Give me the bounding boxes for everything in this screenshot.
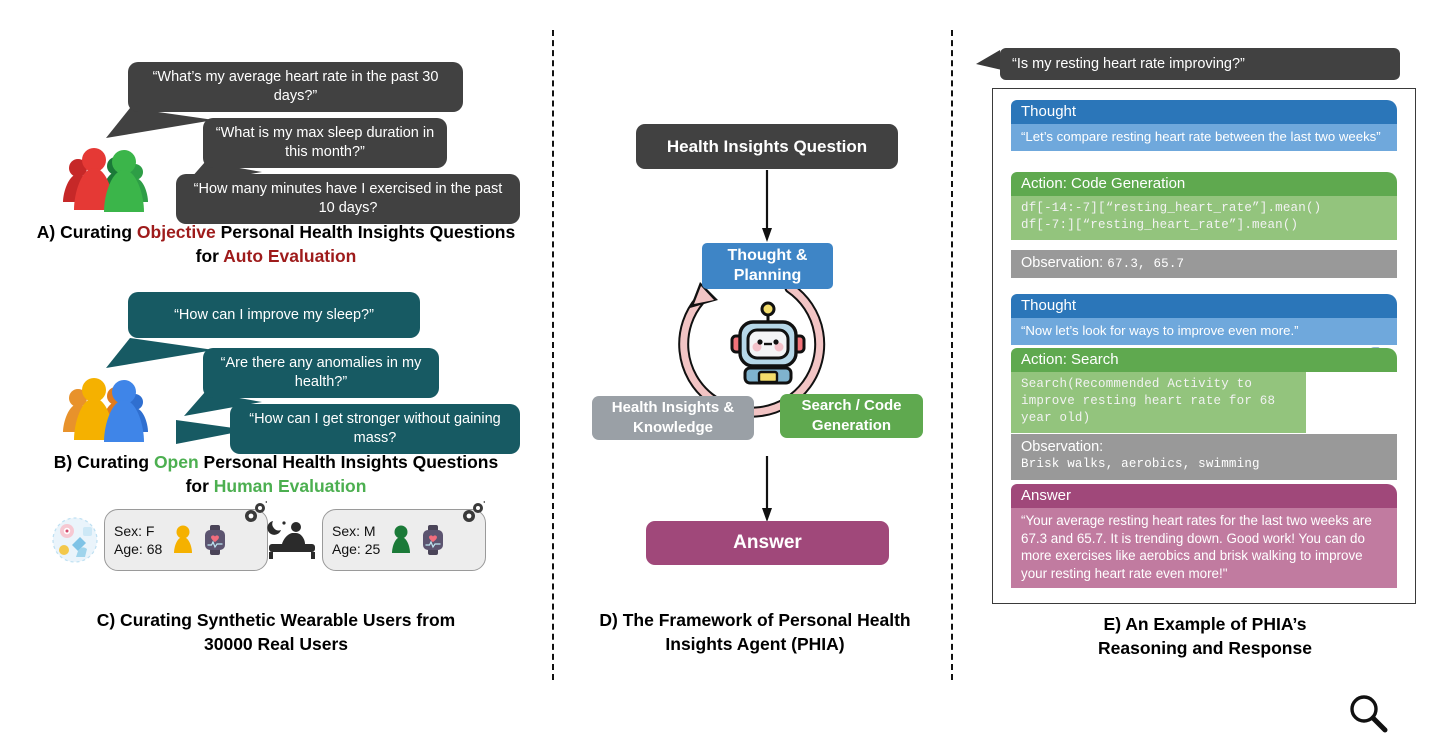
caption-a-part1: A) Curating bbox=[36, 222, 137, 242]
caption-panel-c: C) Curating Synthetic Wearable Users fro… bbox=[10, 608, 542, 656]
caption-a-part2: Personal Health Insights Questions bbox=[215, 222, 516, 242]
trace-step-action-code: Action: Code Generation df[-14:-7][“rest… bbox=[1011, 172, 1397, 370]
knowledge-line1: Health Insights & bbox=[611, 399, 735, 416]
caption-b-highlight-human-eval: Human Evaluation bbox=[213, 476, 367, 496]
sleep-bed-icon bbox=[267, 521, 315, 559]
trace-step-observation-2-body: Brisk walks, aerobics, swimming bbox=[1021, 457, 1260, 471]
trace-step-observation-1: Observation: 67.3, 65.7 bbox=[1011, 250, 1397, 278]
bubble-b-3: “How can I get stronger without gaining … bbox=[230, 404, 520, 454]
trace-step-thought-1-header: Thought bbox=[1011, 100, 1397, 124]
magnifier-icon bbox=[1350, 695, 1388, 733]
health-insights-question-box: Health Insights Question bbox=[636, 124, 898, 169]
caption-d-line1: D) The Framework of Personal Health bbox=[599, 610, 911, 630]
user-card-1-info: Sex: F Age: 68 bbox=[105, 522, 162, 558]
bubble-b-1: “How can I improve my sleep?” bbox=[128, 292, 420, 338]
caption-a-part3: for bbox=[195, 246, 224, 266]
panel-divider-left bbox=[552, 30, 554, 680]
caption-d-line2: Insights Agent (PHIA) bbox=[665, 634, 845, 654]
caption-a-highlight-auto-eval: Auto Evaluation bbox=[223, 246, 357, 266]
user-card-2-age: Age: 25 bbox=[332, 541, 381, 557]
user-card-1-age: Age: 68 bbox=[114, 541, 163, 557]
bubble-a-1: “What’s my average heart rate in the pas… bbox=[128, 62, 463, 112]
caption-b-highlight-open: Open bbox=[153, 452, 199, 472]
bubble-a-3: “How many minutes have I exercised in th… bbox=[176, 174, 520, 224]
trace-step-thought-2-header: Thought bbox=[1011, 294, 1397, 318]
trace-step-action-search-header: Action: Search bbox=[1011, 348, 1397, 372]
trace-step-action-code-header: Action: Code Generation bbox=[1011, 172, 1397, 196]
trace-step-answer-header: Answer bbox=[1011, 484, 1397, 508]
knowledge-line2: Knowledge bbox=[632, 419, 713, 436]
trace-step-thought-1-body: “Let’s compare resting heart rate betwee… bbox=[1011, 124, 1397, 151]
caption-b-part3: for bbox=[185, 476, 214, 496]
people-group-orange-blue-icon bbox=[63, 378, 148, 442]
trace-step-observation-2: Observation: Brisk walks, aerobics, swim… bbox=[1011, 434, 1397, 480]
gear-badge-icon-2 bbox=[463, 501, 485, 522]
caption-panel-b: B) Curating Open Personal Health Insight… bbox=[10, 450, 542, 498]
search-line1: Search / Code bbox=[801, 397, 902, 414]
caption-b-part2: Personal Health Insights Questions bbox=[198, 452, 499, 472]
search-code-generation-box: Search / Code Generation bbox=[780, 394, 923, 438]
trace-step-answer-body: “Your average resting heart rates for th… bbox=[1011, 508, 1397, 588]
thought-planning-box: Thought & Planning bbox=[702, 243, 833, 289]
trace-step-answer: Answer “Your average resting heart rates… bbox=[1011, 484, 1397, 588]
trace-step-observation-2-header: Observation: bbox=[1021, 439, 1104, 455]
user-pawn-yellow-icon bbox=[174, 525, 193, 553]
trace-step-action-search-body: Search(Recommended Activity to improve r… bbox=[1011, 372, 1306, 433]
answer-box: Answer bbox=[646, 521, 889, 565]
user-card-1-sex: Sex: F bbox=[114, 523, 155, 539]
smartwatch-icon bbox=[205, 525, 226, 555]
figure-root: “What’s my average heart rate in the pas… bbox=[0, 0, 1429, 733]
panel-divider-right bbox=[951, 30, 953, 680]
bubble-b-2: “Are there any anomalies in my health?” bbox=[203, 348, 439, 398]
user-card-2-sex: Sex: M bbox=[332, 523, 376, 539]
caption-c-line1: C) Curating Synthetic Wearable Users fro… bbox=[96, 610, 456, 630]
trace-step-thought-2-body: “Now let’s look for ways to improve even… bbox=[1011, 318, 1397, 345]
smartwatch-icon-2 bbox=[423, 525, 444, 555]
caption-panel-a: A) Curating Objective Personal Health In… bbox=[10, 220, 542, 268]
trace-step-action-search: Action: Search Search(Recommended Activi… bbox=[1011, 348, 1397, 733]
caption-b-part1: B) Curating bbox=[53, 452, 154, 472]
caption-e-line2: Reasoning and Response bbox=[1098, 638, 1312, 658]
caption-c-line2: 30000 Real Users bbox=[204, 634, 348, 654]
health-insights-knowledge-box: Health Insights & Knowledge bbox=[592, 396, 754, 440]
trace-step-observation-1-body: 67.3, 65.7 bbox=[1107, 257, 1185, 271]
thought-planning-line1: Thought & bbox=[727, 247, 808, 264]
activity-robot-icon bbox=[52, 517, 98, 563]
user-question-bubble: “Is my resting heart rate improving?” bbox=[1000, 48, 1400, 80]
people-group-red-green-icon bbox=[63, 148, 148, 212]
trace-step-observation-1-header: Observation: bbox=[1021, 255, 1104, 271]
caption-e-line1: E) An Example of PHIA’s bbox=[1103, 614, 1307, 634]
bubble-a-2: “What is my max sleep duration in this m… bbox=[203, 118, 447, 168]
user-card-2-info: Sex: M Age: 25 bbox=[323, 522, 380, 558]
caption-panel-e: E) An Example of PHIA’s Reasoning and Re… bbox=[1000, 612, 1410, 660]
thought-planning-line2: Planning bbox=[733, 267, 802, 284]
trace-step-action-code-body: df[-14:-7][“resting_heart_rate”].mean() … bbox=[1011, 196, 1397, 240]
caption-panel-d: D) The Framework of Personal Health Insi… bbox=[570, 608, 940, 656]
user-pawn-green-icon bbox=[392, 525, 411, 553]
caption-a-highlight-objective: Objective bbox=[136, 222, 216, 242]
trace-step-thought-2: Thought “Now let’s look for ways to impr… bbox=[1011, 294, 1397, 345]
search-line2: Generation bbox=[811, 417, 892, 434]
trace-step-thought-1: Thought “Let’s compare resting heart rat… bbox=[1011, 100, 1397, 151]
robot-agent-icon bbox=[730, 301, 806, 385]
